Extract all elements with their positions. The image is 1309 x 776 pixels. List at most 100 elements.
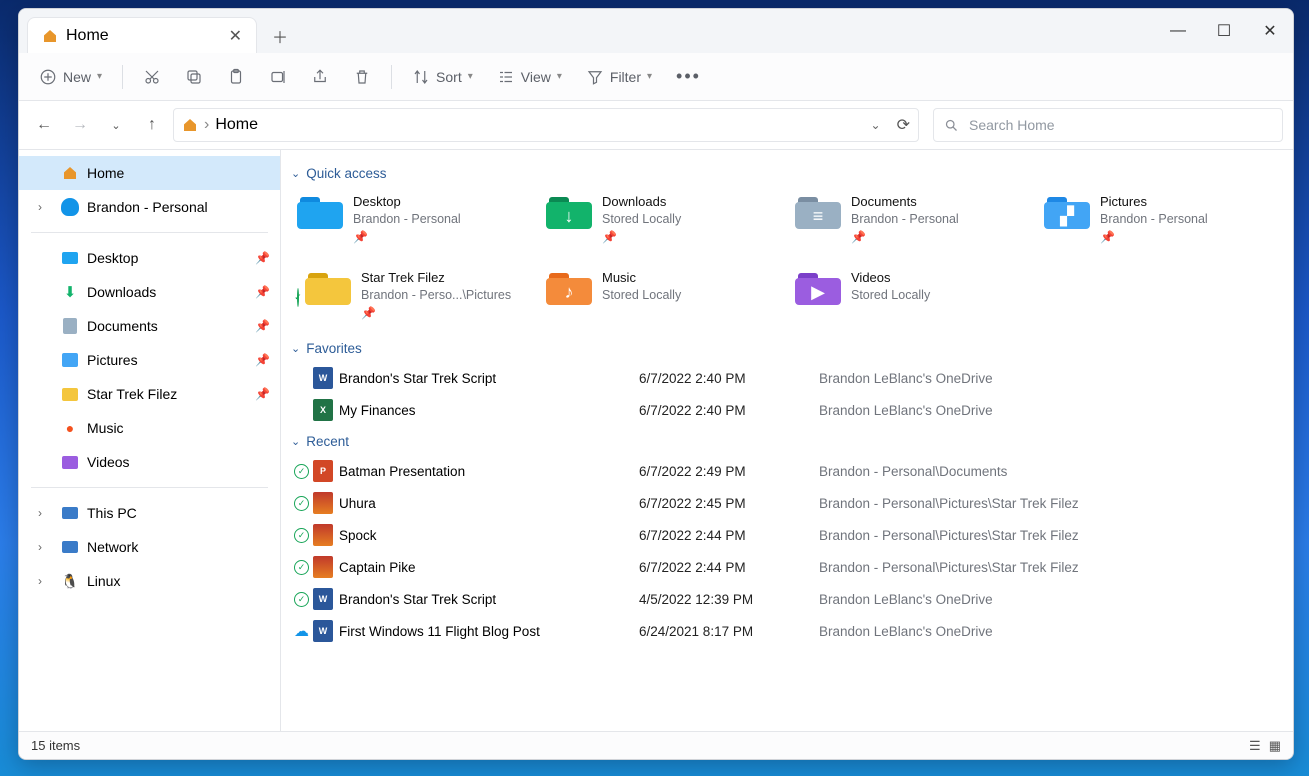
filter-button[interactable]: Filter▾	[576, 60, 662, 94]
expand-icon[interactable]: ›	[33, 506, 47, 520]
copy-icon	[185, 68, 203, 86]
excel-icon: X	[313, 399, 333, 421]
sidebar-item-linux[interactable]: › 🐧 Linux	[19, 564, 280, 598]
sidebar-item-network[interactable]: › Network	[19, 530, 280, 564]
sidebar-item-this-pc[interactable]: ›This PC	[19, 496, 280, 530]
sidebar-item-desktop[interactable]: Desktop📌	[19, 241, 280, 275]
expand-icon[interactable]: ›	[33, 200, 47, 214]
file-row[interactable]: PBatman Presentation6/7/2022 2:49 PMBran…	[293, 455, 1281, 487]
sort-button[interactable]: Sort▾	[402, 60, 483, 94]
section-favorites[interactable]: ⌄Favorites	[291, 341, 1281, 356]
item-name: Star Trek Filez	[361, 269, 511, 287]
tab-home[interactable]: Home ✕	[27, 17, 257, 53]
file-row[interactable]: WBrandon's Star Trek Script6/7/2022 2:40…	[293, 362, 1281, 394]
share-button[interactable]	[301, 60, 339, 94]
share-icon	[311, 68, 329, 86]
sync-status-icon	[294, 592, 309, 607]
video-purple-icon	[61, 453, 79, 471]
recent-locations-button[interactable]: ⌄	[101, 110, 131, 140]
item-name: Videos	[851, 269, 930, 287]
sidebar-item-star-trek-filez[interactable]: Star Trek Filez📌	[19, 377, 280, 411]
file-location: Brandon - Personal\Pictures\Star Trek Fi…	[819, 496, 1281, 511]
quick-access-documents[interactable]: ≡DocumentsBrandon - Personal📌	[791, 187, 1032, 257]
sync-status-icon	[297, 288, 299, 307]
file-row[interactable]: Uhura6/7/2022 2:45 PMBrandon - Personal\…	[293, 487, 1281, 519]
file-row[interactable]: Captain Pike6/7/2022 2:44 PMBrandon - Pe…	[293, 551, 1281, 583]
sidebar-item-documents[interactable]: Documents📌	[19, 309, 280, 343]
view-button[interactable]: View▾	[487, 60, 572, 94]
breadcrumb-bar[interactable]: › Home ⌄ ⟳	[173, 108, 919, 142]
file-name: Spock	[339, 528, 639, 543]
sidebar-item-home[interactable]: Home	[19, 156, 280, 190]
quick-access-videos[interactable]: ▶VideosStored Locally	[791, 263, 1032, 333]
expand-icon[interactable]: ›	[33, 574, 47, 588]
address-bar-row: ← → ⌄ ↑ › Home ⌄ ⟳	[19, 101, 1293, 149]
file-row[interactable]: Spock6/7/2022 2:44 PMBrandon - Personal\…	[293, 519, 1281, 551]
cut-button[interactable]	[133, 60, 171, 94]
item-location: Brandon - Perso...\Pictures	[361, 287, 511, 304]
maximize-button[interactable]: ☐	[1201, 9, 1247, 53]
home-icon	[61, 164, 79, 182]
copy-button[interactable]	[175, 60, 213, 94]
linux-icon: 🐧	[61, 572, 79, 590]
pin-icon: 📌	[851, 229, 959, 245]
details-view-button[interactable]: ☰	[1249, 738, 1261, 754]
more-button[interactable]: •••	[666, 60, 711, 94]
rename-button[interactable]	[259, 60, 297, 94]
section-quick-access[interactable]: ⌄Quick access	[291, 166, 1281, 181]
breadcrumb-dropdown-button[interactable]: ⌄	[871, 118, 881, 132]
refresh-button[interactable]: ⟳	[897, 115, 910, 135]
onedrive-icon	[61, 198, 79, 216]
search-box[interactable]	[933, 108, 1283, 142]
search-input[interactable]	[967, 116, 1272, 134]
new-tab-button[interactable]: ＋	[263, 19, 297, 53]
expand-icon[interactable]: ›	[33, 540, 47, 554]
sidebar-item-label: Linux	[87, 573, 120, 589]
doc-gray-icon	[61, 317, 79, 335]
pin-icon: 📌	[255, 353, 270, 367]
item-name: Music	[602, 269, 681, 287]
item-count: 15 items	[31, 738, 80, 753]
delete-button[interactable]	[343, 60, 381, 94]
sidebar-item-label: Home	[87, 165, 124, 181]
quick-access-desktop[interactable]: DesktopBrandon - Personal📌	[293, 187, 534, 257]
folder-icon	[305, 269, 351, 305]
file-name: First Windows 11 Flight Blog Post	[339, 624, 639, 639]
paste-button[interactable]	[217, 60, 255, 94]
back-button[interactable]: ←	[29, 110, 59, 140]
sidebar-item-brandon-personal[interactable]: ›Brandon - Personal	[19, 190, 280, 224]
close-button[interactable]: ✕	[1247, 9, 1293, 53]
sidebar-item-label: Network	[87, 539, 138, 555]
minimize-button[interactable]: —	[1155, 9, 1201, 53]
paste-icon	[227, 68, 245, 86]
file-row[interactable]: ☁WFirst Windows 11 Flight Blog Post6/24/…	[293, 615, 1281, 647]
file-date: 6/7/2022 2:40 PM	[639, 371, 819, 386]
view-icon	[497, 68, 515, 86]
sync-status-icon	[294, 528, 309, 543]
up-button[interactable]: ↑	[137, 110, 167, 140]
quick-access-downloads[interactable]: ↓DownloadsStored Locally📌	[542, 187, 783, 257]
file-location: Brandon - Personal\Pictures\Star Trek Fi…	[819, 560, 1281, 575]
quick-access-star-trek-filez[interactable]: Star Trek FilezBrandon - Perso...\Pictur…	[293, 263, 534, 333]
sidebar-item-music[interactable]: ●Music	[19, 411, 280, 445]
file-row[interactable]: XMy Finances6/7/2022 2:40 PMBrandon LeBl…	[293, 394, 1281, 426]
home-icon	[182, 117, 198, 133]
quick-access-pictures[interactable]: ▞PicturesBrandon - Personal📌	[1040, 187, 1281, 257]
sidebar-item-videos[interactable]: Videos	[19, 445, 280, 479]
item-name: Desktop	[353, 193, 461, 211]
cloud-status-icon: ☁	[294, 622, 309, 640]
breadcrumb-current: Home	[215, 116, 258, 134]
word-icon: W	[313, 620, 333, 642]
file-row[interactable]: WBrandon's Star Trek Script4/5/2022 12:3…	[293, 583, 1281, 615]
sidebar-item-pictures[interactable]: Pictures📌	[19, 343, 280, 377]
quick-access-music[interactable]: ♪MusicStored Locally	[542, 263, 783, 333]
new-button[interactable]: New▾	[29, 60, 112, 94]
section-recent[interactable]: ⌄Recent	[291, 434, 1281, 449]
forward-button[interactable]: →	[65, 110, 95, 140]
sync-status-icon	[294, 560, 309, 575]
sidebar-item-downloads[interactable]: ⬇Downloads📌	[19, 275, 280, 309]
icons-view-button[interactable]: ▦	[1269, 738, 1281, 754]
filter-icon	[586, 68, 604, 86]
tab-close-button[interactable]: ✕	[229, 26, 242, 46]
window-controls: — ☐ ✕	[1155, 9, 1293, 53]
